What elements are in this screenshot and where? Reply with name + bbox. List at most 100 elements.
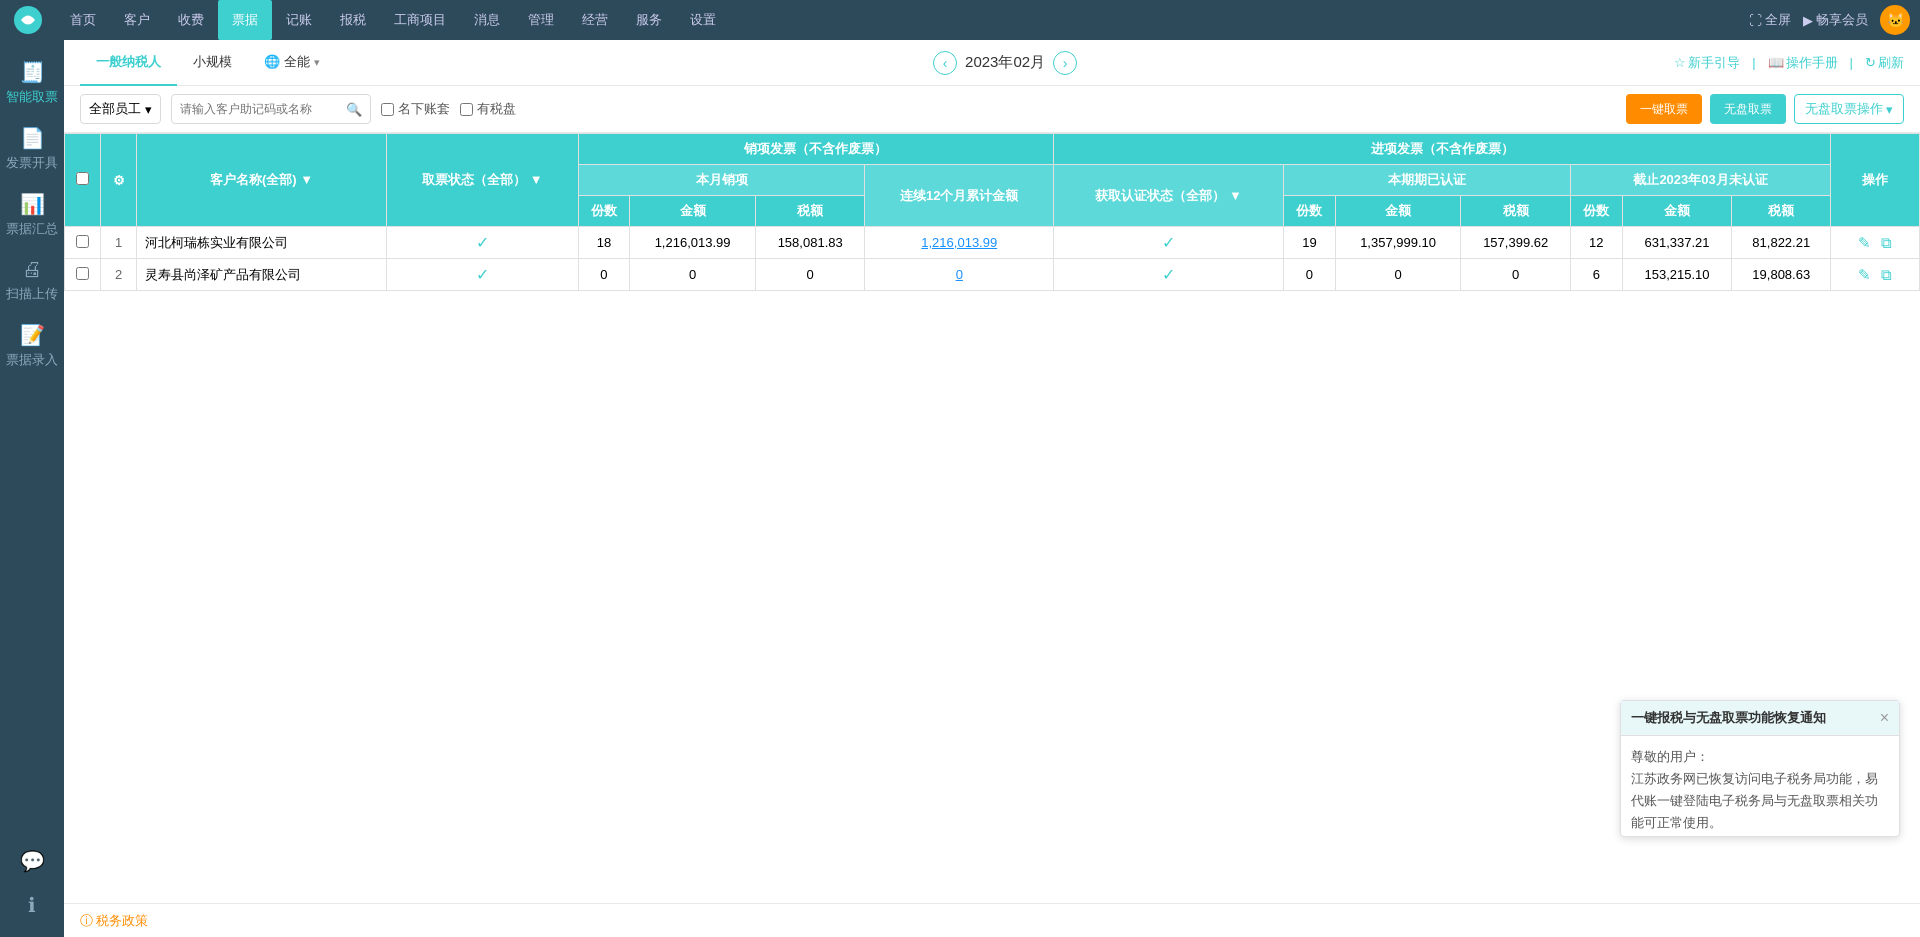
nav-client[interactable]: 客户 xyxy=(110,0,164,40)
current-month: 2023年02月 xyxy=(965,53,1045,72)
tab-bar: 一般纳税人 小规模 🌐 全能 ▾ ‹ 2023年02月 › ☆ 新手引导 | 📖 xyxy=(64,40,1920,86)
search-input-wrap: 🔍 xyxy=(171,94,371,124)
th-client: 客户名称(全部) ▼ xyxy=(137,134,387,227)
row-edit-1[interactable]: ✎ xyxy=(1858,266,1871,283)
row-edit-0[interactable]: ✎ xyxy=(1858,234,1871,251)
refresh-btn[interactable]: ↻ 刷新 xyxy=(1865,54,1904,72)
nav-settings[interactable]: 设置 xyxy=(676,0,730,40)
nav-message[interactable]: 消息 xyxy=(460,0,514,40)
row-actions-0: ✎ ⧉ xyxy=(1831,227,1920,259)
th-deadline-tax: 税额 xyxy=(1732,196,1831,227)
tax-policy-label: 税务政策 xyxy=(96,912,148,930)
row-period-tax-1: 0 xyxy=(1461,259,1571,291)
taxdisk-checkbox[interactable]: 有税盘 xyxy=(460,100,516,118)
sidebar: 🧾 智能取票 📄 发票开具 📊 票据汇总 🖨 扫描上传 📝 票据录入 💬 ℹ xyxy=(0,40,64,937)
row-deadline-amount-0: 631,337.21 xyxy=(1622,227,1732,259)
search-input[interactable] xyxy=(180,102,346,116)
row-num-0: 1 xyxy=(101,227,137,259)
employee-select-label: 全部员工 xyxy=(89,100,141,118)
sidebar-item-open[interactable]: 📄 发票开具 xyxy=(0,116,64,182)
top-nav: 首页 客户 收费 票据 记账 报税 工商项目 消息 管理 经营 服务 设置 ⛶ … xyxy=(0,0,1920,40)
one-click-fetch-btn[interactable]: 一键取票 xyxy=(1626,94,1702,124)
tax-policy-link[interactable]: ⓘ 税务政策 xyxy=(80,912,148,930)
row-month-tax-1: 0 xyxy=(755,259,865,291)
tab-all[interactable]: 🌐 全能 ▾ xyxy=(248,40,336,86)
row-month-amount-0: 1,216,013.99 xyxy=(630,227,756,259)
row-deadline-count-1: 6 xyxy=(1570,259,1622,291)
table-row: 2灵寿县尚泽矿产品有限公司✓0000✓0006153,215.1019,808.… xyxy=(65,259,1920,291)
open-icon: 📄 xyxy=(20,126,45,150)
avatar[interactable]: 🐱 xyxy=(1880,5,1910,35)
nav-home[interactable]: 首页 xyxy=(56,0,110,40)
th-period-tax: 税额 xyxy=(1461,196,1571,227)
row-month-amount-1: 0 xyxy=(630,259,756,291)
th-operation: 操作 xyxy=(1831,134,1920,227)
filter-bar: 全部员工 ▾ 🔍 名下账套 有税盘 一键取票 无盘取票 无盘取票操作 ▾ xyxy=(64,86,1920,133)
row-period-count-0: 19 xyxy=(1284,227,1336,259)
fetch-icon: 🧾 xyxy=(20,60,45,84)
row-month-count-1: 0 xyxy=(578,259,630,291)
nav-business[interactable]: 工商项目 xyxy=(380,0,460,40)
entry-icon: 📝 xyxy=(20,323,45,347)
tab-nav-center: ‹ 2023年02月 › xyxy=(933,51,1077,75)
manual-btn[interactable]: 📖 操作手册 xyxy=(1768,54,1838,72)
row-copy-1[interactable]: ⧉ xyxy=(1881,266,1892,283)
nav-service[interactable]: 服务 xyxy=(622,0,676,40)
th-checkbox xyxy=(65,134,101,227)
filter-icon: ▼ xyxy=(300,172,313,187)
sidebar-item-scan[interactable]: 🖨 扫描上传 xyxy=(0,248,64,313)
row-fetch-status-1: ✓ xyxy=(386,259,578,291)
row-actions-1: ✎ ⧉ xyxy=(1831,259,1920,291)
row-deadline-tax-0: 81,822.21 xyxy=(1732,227,1831,259)
row-checkbox-0[interactable] xyxy=(65,227,101,259)
row-cumulative-0[interactable]: 1,216,013.99 xyxy=(865,227,1054,259)
row-cumulative-1[interactable]: 0 xyxy=(865,259,1054,291)
no-disk-fetch-btn[interactable]: 无盘取票 xyxy=(1710,94,1786,124)
th-sub-month-sales: 本月销项 xyxy=(578,165,865,196)
row-copy-0[interactable]: ⧉ xyxy=(1881,234,1892,251)
sidebar-item-info[interactable]: ℹ xyxy=(20,883,45,927)
settings-icon: ⚙ xyxy=(113,173,125,188)
row-checkbox-1[interactable] xyxy=(65,259,101,291)
th-cumulative: 连续12个月累计金额 xyxy=(865,165,1054,227)
notification-close-btn[interactable]: × xyxy=(1880,709,1889,727)
accountset-check[interactable] xyxy=(381,103,394,116)
sidebar-item-entry[interactable]: 📝 票据录入 xyxy=(0,313,64,379)
next-month-btn[interactable]: › xyxy=(1053,51,1077,75)
search-icon[interactable]: 🔍 xyxy=(346,102,362,117)
row-period-tax-0: 157,399.62 xyxy=(1461,227,1571,259)
scan-icon: 🖨 xyxy=(22,258,42,281)
bottom-bar: ⓘ 税务政策 xyxy=(64,903,1920,937)
sidebar-item-fetch[interactable]: 🧾 智能取票 xyxy=(0,50,64,116)
nav-invoice[interactable]: 票据 xyxy=(218,0,272,40)
guide-btn[interactable]: ☆ 新手引导 xyxy=(1674,54,1740,72)
taxdisk-check[interactable] xyxy=(460,103,473,116)
nav-tax[interactable]: 报税 xyxy=(326,0,380,40)
select-all-checkbox[interactable] xyxy=(76,172,89,185)
sidebar-item-chat[interactable]: 💬 xyxy=(20,839,45,883)
nav-operation[interactable]: 经营 xyxy=(568,0,622,40)
manual-icon: 📖 xyxy=(1768,55,1784,70)
th-sub-period: 本期期已认证 xyxy=(1284,165,1571,196)
nav-account[interactable]: 记账 xyxy=(272,0,326,40)
th-period-amount: 金额 xyxy=(1335,196,1461,227)
sidebar-item-summary[interactable]: 📊 票据汇总 xyxy=(0,182,64,248)
notification-popup: 一键报税与无盘取票功能恢复通知 × 尊敬的用户： 江苏政务网已恢复访问电子税务局… xyxy=(1620,700,1900,837)
row-period-amount-1: 0 xyxy=(1335,259,1461,291)
employee-select[interactable]: 全部员工 ▾ xyxy=(80,94,161,124)
row-month-count-0: 18 xyxy=(578,227,630,259)
info-icon: ℹ xyxy=(28,893,36,917)
prev-month-btn[interactable]: ‹ xyxy=(933,51,957,75)
chevron-down-icon: ▾ xyxy=(145,102,152,117)
member-btn[interactable]: ▶ 畅享会员 xyxy=(1803,11,1868,29)
nav-fee[interactable]: 收费 xyxy=(164,0,218,40)
tab-small[interactable]: 小规模 xyxy=(177,40,248,86)
nav-manage[interactable]: 管理 xyxy=(514,0,568,40)
tab-general[interactable]: 一般纳税人 xyxy=(80,40,177,86)
row-cert-status-0: ✓ xyxy=(1054,227,1284,259)
no-disk-op-btn[interactable]: 无盘取票操作 ▾ xyxy=(1794,94,1904,124)
row-period-amount-0: 1,357,999.10 xyxy=(1335,227,1461,259)
fullscreen-btn[interactable]: ⛶ 全屏 xyxy=(1749,11,1791,29)
refresh-icon: ↻ xyxy=(1865,55,1876,70)
accountset-checkbox[interactable]: 名下账套 xyxy=(381,100,450,118)
